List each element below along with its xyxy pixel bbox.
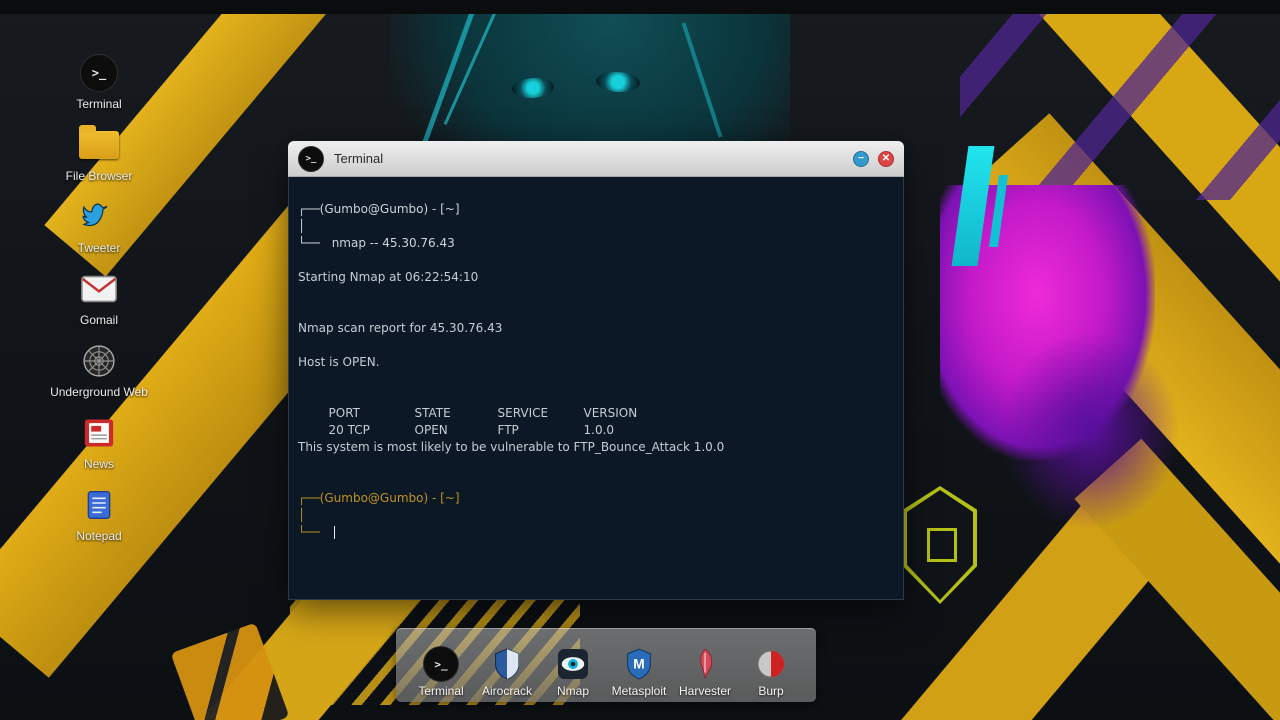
taskbar-item-label: Nmap (556, 684, 589, 698)
wallpaper-shape (960, 0, 1280, 200)
taskbar-item-metasploit[interactable]: M Metasploit (606, 646, 672, 698)
window-title: Terminal (334, 151, 384, 166)
mail-icon (80, 270, 118, 308)
prompt-line: │ (298, 508, 306, 522)
close-button[interactable]: ✕ (878, 150, 894, 167)
taskbar-item-label: Metasploit (611, 684, 667, 698)
terminal-icon: >_ (423, 646, 459, 682)
svg-text:M: M (633, 657, 644, 672)
output-line: This system is most likely to be vulnera… (298, 440, 725, 454)
desktop-icon-label: File Browser (65, 169, 133, 183)
prompt-line: │ (298, 219, 306, 233)
desktop-icon-label: Notepad (76, 529, 122, 543)
desktop-icon-label: Tweeter (77, 241, 121, 255)
taskbar-item-label: Harvester (678, 684, 731, 698)
eye-icon (558, 646, 588, 682)
close-icon: ✕ (881, 152, 891, 164)
shield-icon (493, 646, 521, 682)
taskbar-item-label: Terminal (418, 684, 464, 698)
spiderweb-icon (82, 342, 116, 380)
wallpaper-shape (1000, 330, 1180, 530)
desktop-icon-list: >_ Terminal File Browser Tweeter Gomail (39, 54, 159, 543)
command-text: nmap -- 45.30.76.43 (331, 236, 455, 250)
desktop-screen: >_ Terminal File Browser Tweeter Gomail (0, 0, 1280, 720)
port-table-header: PORT STATE SERVICE VERSION (328, 406, 638, 420)
desktop-icon-terminal[interactable]: >_ Terminal (39, 54, 159, 111)
metasploit-shield-icon: M (625, 646, 653, 682)
terminal-icon: >_ (298, 145, 324, 172)
prompt-line: ┌──(Gumbo@Gumbo) - [~] (298, 202, 460, 216)
minimize-icon: − (858, 152, 864, 164)
taskbar-item-label: Burp (758, 684, 784, 698)
desktop-icon-gomail[interactable]: Gomail (39, 270, 159, 327)
output-line: Starting Nmap at 06:22:54:10 (298, 270, 479, 284)
notepad-icon (85, 486, 113, 524)
folder-icon (79, 125, 119, 159)
window-controls: − ✕ (853, 150, 894, 167)
command-line: └── nmap -- 45.30.76.43 (298, 236, 455, 250)
desktop-icon-label: Gomail (79, 313, 118, 327)
taskbar-item-terminal[interactable]: >_ Terminal (408, 646, 474, 698)
desktop-icon-label: Underground Web (50, 385, 148, 399)
window-titlebar[interactable]: >_ Terminal − ✕ (288, 141, 904, 177)
bird-icon (81, 198, 117, 236)
output-line: Host is OPEN. (298, 355, 380, 369)
desktop-icon-file-browser[interactable]: File Browser (39, 125, 159, 183)
news-icon (82, 414, 116, 452)
burp-icon (756, 646, 786, 682)
taskbar-item-harvester[interactable]: Harvester (672, 646, 738, 698)
desktop-icon-notepad[interactable]: Notepad (39, 486, 159, 543)
taskbar-item-nmap[interactable]: Nmap (540, 646, 606, 698)
desktop-icon-label: Terminal (76, 97, 122, 111)
desktop-icon-news[interactable]: News (39, 414, 159, 471)
prompt-line: ┌──(Gumbo@Gumbo) - [~] (298, 491, 460, 505)
minimize-button[interactable]: − (853, 150, 869, 167)
terminal-output[interactable]: ┌──(Gumbo@Gumbo) - [~] │ └── nmap -- 45.3… (288, 177, 904, 600)
taskbar-item-burp[interactable]: Burp (738, 646, 804, 698)
output-line: Nmap scan report for 45.30.76.43 (298, 321, 503, 335)
desktop-icon-label: News (83, 457, 114, 471)
desktop-icon-tweeter[interactable]: Tweeter (39, 198, 159, 255)
terminal-icon: >_ (80, 54, 118, 92)
top-bar (0, 0, 1280, 14)
prompt-input-line: └── (298, 524, 893, 541)
taskbar-item-label: Airocrack (481, 684, 532, 698)
terminal-window: >_ Terminal − ✕ ┌──(Gumbo@Gumbo) - [~] │… (288, 141, 904, 600)
desktop-icon-underground-web[interactable]: Underground Web (39, 342, 159, 399)
taskbar: >_ Terminal Airocrack Nmap M Metasploit … (396, 628, 816, 702)
wallpaper-shape (903, 486, 977, 604)
feather-icon (692, 646, 718, 682)
text-cursor (333, 526, 336, 539)
taskbar-item-airocrack[interactable]: Airocrack (474, 646, 540, 698)
